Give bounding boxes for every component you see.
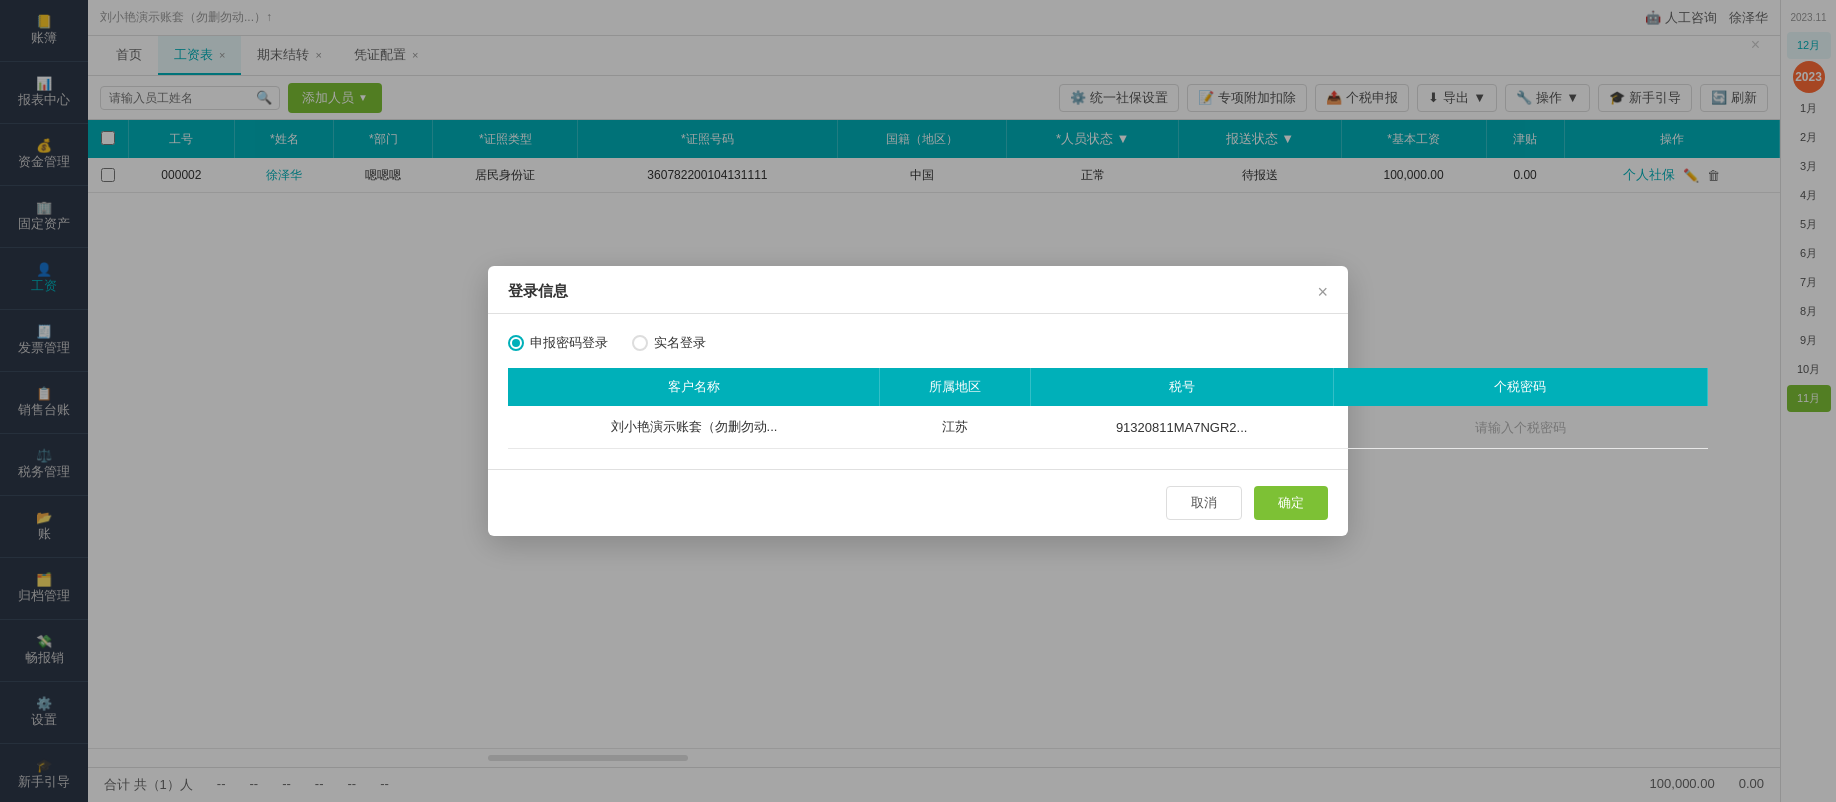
cancel-button[interactable]: 取消 (1166, 486, 1242, 520)
dialog-cell-name: 刘小艳演示账套（勿删勿动... (508, 406, 880, 449)
login-dialog: 登录信息 × 申报密码登录 实名登录 客户名称 所属地区 (488, 266, 1348, 536)
dialog-header: 登录信息 × (488, 266, 1348, 314)
dialog-cell-taxno: 91320811MA7NGR2... (1030, 406, 1333, 449)
dialog-col-name: 客户名称 (508, 368, 880, 406)
dialog-table: 客户名称 所属地区 税号 个税密码 刘小艳演示账套（勿删勿动... 江苏 913… (508, 368, 1708, 449)
radio-password-login[interactable]: 申报密码登录 (508, 334, 608, 352)
dialog-table-row: 刘小艳演示账套（勿删勿动... 江苏 91320811MA7NGR2... (508, 406, 1708, 449)
radio-realname-login[interactable]: 实名登录 (632, 334, 706, 352)
radio-password-dot (508, 335, 524, 351)
login-type-group: 申报密码登录 实名登录 (508, 334, 1328, 352)
tax-password-input[interactable] (1345, 420, 1695, 435)
dialog-col-password: 个税密码 (1333, 368, 1707, 406)
dialog-col-taxno: 税号 (1030, 368, 1333, 406)
dialog-overlay: 登录信息 × 申报密码登录 实名登录 客户名称 所属地区 (0, 0, 1836, 802)
dialog-footer: 取消 确定 (488, 469, 1348, 536)
dialog-cell-password[interactable] (1333, 406, 1707, 449)
dialog-col-region: 所属地区 (880, 368, 1030, 406)
confirm-button[interactable]: 确定 (1254, 486, 1328, 520)
radio-realname-dot (632, 335, 648, 351)
dialog-title: 登录信息 (508, 282, 568, 301)
dialog-cell-region: 江苏 (880, 406, 1030, 449)
dialog-close-btn[interactable]: × (1317, 283, 1328, 301)
dialog-body: 申报密码登录 实名登录 客户名称 所属地区 税号 个税密码 (488, 314, 1348, 469)
